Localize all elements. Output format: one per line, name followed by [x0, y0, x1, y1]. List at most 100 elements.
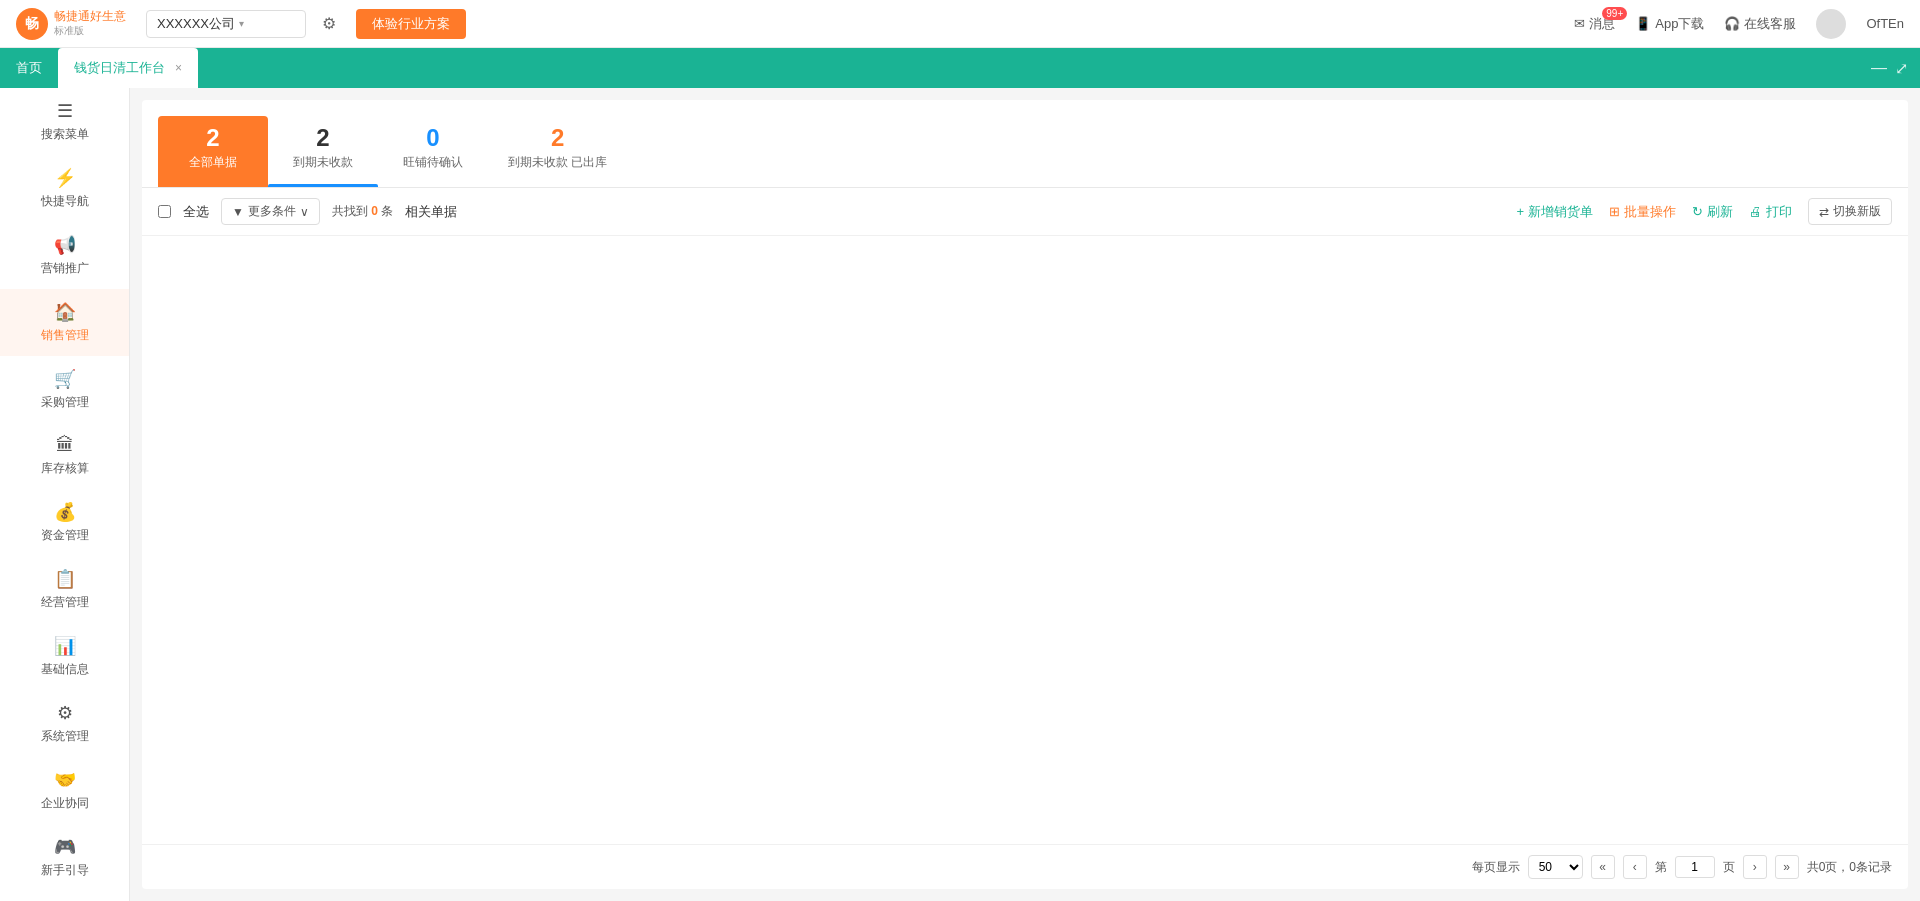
- avatar[interactable]: [1816, 9, 1846, 39]
- tab-home-label: 首页: [16, 59, 42, 77]
- company-selector[interactable]: XXXXXX公司 ▾: [146, 10, 306, 38]
- sidebar-item-newbie[interactable]: 🎮 新手引导: [0, 824, 129, 891]
- system-icon: ⚙: [57, 702, 73, 724]
- message-btn[interactable]: ✉ 消息 99+: [1574, 15, 1615, 33]
- sidebar-item-operations[interactable]: 📋 经营管理: [0, 556, 129, 623]
- add-icon: +: [1516, 204, 1524, 219]
- header-right: ✉ 消息 99+ 📱 App下载 🎧 在线客服 OfTEn: [1574, 9, 1904, 39]
- sidebar-newbie-label: 新手引导: [41, 862, 89, 879]
- sidebar-item-finance[interactable]: 💰 资金管理: [0, 489, 129, 556]
- per-page-label: 每页显示: [1472, 859, 1520, 876]
- sales-icon: 🏠: [54, 301, 76, 323]
- prev-page-btn[interactable]: ‹: [1623, 855, 1647, 879]
- table-area: [142, 236, 1908, 844]
- page-number-input[interactable]: [1675, 856, 1715, 878]
- sidebar-finance-label: 资金管理: [41, 527, 89, 544]
- last-page-btn[interactable]: »: [1775, 855, 1799, 879]
- sidebar: ☰ 搜索菜单 ⚡ 快捷导航 📢 营销推广 🏠 销售管理 🛒 采购管理 🏛 库存核…: [0, 88, 130, 901]
- experience-btn[interactable]: 体验行业方案: [356, 9, 466, 39]
- sidebar-quick-nav-label: 快捷导航: [41, 193, 89, 210]
- inventory-icon: 🏛: [56, 435, 74, 456]
- app-download-btn[interactable]: 📱 App下载: [1635, 15, 1704, 33]
- refresh-label: 刷新: [1707, 203, 1733, 221]
- print-btn[interactable]: 🖨 打印: [1749, 203, 1792, 221]
- card-wangpu-num: 0: [426, 124, 439, 152]
- sidebar-search-label: 搜索菜单: [41, 126, 89, 143]
- card-overdue[interactable]: 2 到期未收款: [268, 116, 378, 187]
- newbie-icon: 🎮: [54, 836, 76, 858]
- per-page-select[interactable]: 50 100 200: [1528, 855, 1583, 879]
- tab-workbench-label: 钱货日清工作台: [74, 59, 165, 77]
- related-label: 相关单据: [405, 203, 457, 221]
- sidebar-item-marketing[interactable]: 📢 营销推广: [0, 222, 129, 289]
- main-content: 2 全部单据 2 到期未收款 0 旺铺待确认 2 到期未收款 已出库 全选 ▼: [130, 88, 1920, 901]
- card-overdue-num: 2: [316, 124, 329, 152]
- card-all-num: 2: [206, 124, 219, 152]
- sidebar-item-system[interactable]: ⚙ 系统管理: [0, 690, 129, 757]
- sidebar-item-appcenter[interactable]: 📥 应用中心: [0, 891, 129, 901]
- logo-text: 畅捷通好生意: [54, 9, 126, 25]
- refresh-icon: ↻: [1692, 204, 1703, 219]
- sidebar-item-enterprise[interactable]: 🤝 企业协同: [0, 757, 129, 824]
- first-page-btn[interactable]: «: [1591, 855, 1615, 879]
- tab-minimize-icon[interactable]: —: [1871, 59, 1887, 77]
- logo-icon: 畅: [16, 8, 48, 40]
- refresh-btn[interactable]: ↻ 刷新: [1692, 203, 1733, 221]
- sidebar-item-sales[interactable]: 🏠 销售管理: [0, 289, 129, 356]
- filter-icon: ▼: [232, 205, 244, 219]
- logo: 畅 畅捷通好生意 标准版: [16, 8, 146, 40]
- sidebar-inventory-label: 库存核算: [41, 460, 89, 477]
- next-page-btn[interactable]: ›: [1743, 855, 1767, 879]
- toolbar: 全选 ▼ 更多条件 ∨ 共找到 0 条 相关单据 + 新增销货单 ⊞ 批量操作: [142, 188, 1908, 236]
- tab-bar: 首页 钱货日清工作台 × — ⤢: [0, 48, 1920, 88]
- select-all-checkbox[interactable]: [158, 205, 171, 218]
- batch-icon: ⊞: [1609, 204, 1620, 219]
- basics-icon: 📊: [54, 635, 76, 657]
- card-all[interactable]: 2 全部单据: [158, 116, 268, 187]
- logo-sub: 标准版: [54, 24, 126, 38]
- batch-label: 批量操作: [1624, 203, 1676, 221]
- service-icon: 🎧: [1724, 16, 1740, 31]
- tab-maximize-icon[interactable]: ⤢: [1895, 59, 1908, 78]
- print-label: 打印: [1766, 203, 1792, 221]
- tab-workbench[interactable]: 钱货日清工作台 ×: [58, 48, 198, 88]
- sidebar-enterprise-label: 企业协同: [41, 795, 89, 812]
- sidebar-item-search[interactable]: ☰ 搜索菜单: [0, 88, 129, 155]
- username[interactable]: OfTEn: [1866, 16, 1904, 31]
- service-label: 在线客服: [1744, 15, 1796, 33]
- sidebar-item-purchase[interactable]: 🛒 采购管理: [0, 356, 129, 423]
- total-info: 共0页，0条记录: [1807, 859, 1892, 876]
- switch-icon: ⇄: [1819, 205, 1829, 219]
- sidebar-operations-label: 经营管理: [41, 594, 89, 611]
- sidebar-item-inventory[interactable]: 🏛 库存核算: [0, 423, 129, 489]
- card-overdue-label: 到期未收款: [293, 154, 353, 171]
- card-wangpu[interactable]: 0 旺铺待确认: [378, 116, 488, 187]
- add-sales-order-btn[interactable]: + 新增销货单: [1516, 203, 1593, 221]
- filter-label: 更多条件: [248, 203, 296, 220]
- search-menu-icon: ☰: [57, 100, 73, 122]
- content-area: 2 全部单据 2 到期未收款 0 旺铺待确认 2 到期未收款 已出库 全选 ▼: [142, 100, 1908, 889]
- sidebar-sales-label: 销售管理: [41, 327, 89, 344]
- sidebar-item-quick-nav[interactable]: ⚡ 快捷导航: [0, 155, 129, 222]
- add-label: 新增销货单: [1528, 203, 1593, 221]
- more-filter-btn[interactable]: ▼ 更多条件 ∨: [221, 198, 320, 225]
- marketing-icon: 📢: [54, 234, 76, 256]
- operations-icon: 📋: [54, 568, 76, 590]
- card-wangpu-label: 旺铺待确认: [403, 154, 463, 171]
- settings-icon[interactable]: ⚙: [314, 9, 344, 39]
- print-icon: 🖨: [1749, 204, 1762, 219]
- online-service-btn[interactable]: 🎧 在线客服: [1724, 15, 1796, 33]
- header: 畅 畅捷通好生意 标准版 XXXXXX公司 ▾ ⚙ 体验行业方案 ✉ 消息 99…: [0, 0, 1920, 48]
- app-icon: 📱: [1635, 16, 1651, 31]
- batch-operation-btn[interactable]: ⊞ 批量操作: [1609, 203, 1676, 221]
- switch-label: 切换新版: [1833, 203, 1881, 220]
- card-overdue-shipped[interactable]: 2 到期未收款 已出库: [488, 116, 627, 187]
- quick-nav-icon: ⚡: [54, 167, 76, 189]
- toolbar-right: + 新增销货单 ⊞ 批量操作 ↻ 刷新 🖨 打印 ⇄ 切换新版: [1516, 198, 1892, 225]
- tab-close-icon[interactable]: ×: [175, 61, 182, 75]
- switch-new-version-btn[interactable]: ⇄ 切换新版: [1808, 198, 1892, 225]
- card-underline: [268, 184, 378, 187]
- finance-icon: 💰: [54, 501, 76, 523]
- tab-home[interactable]: 首页: [0, 48, 58, 88]
- sidebar-item-basics[interactable]: 📊 基础信息: [0, 623, 129, 690]
